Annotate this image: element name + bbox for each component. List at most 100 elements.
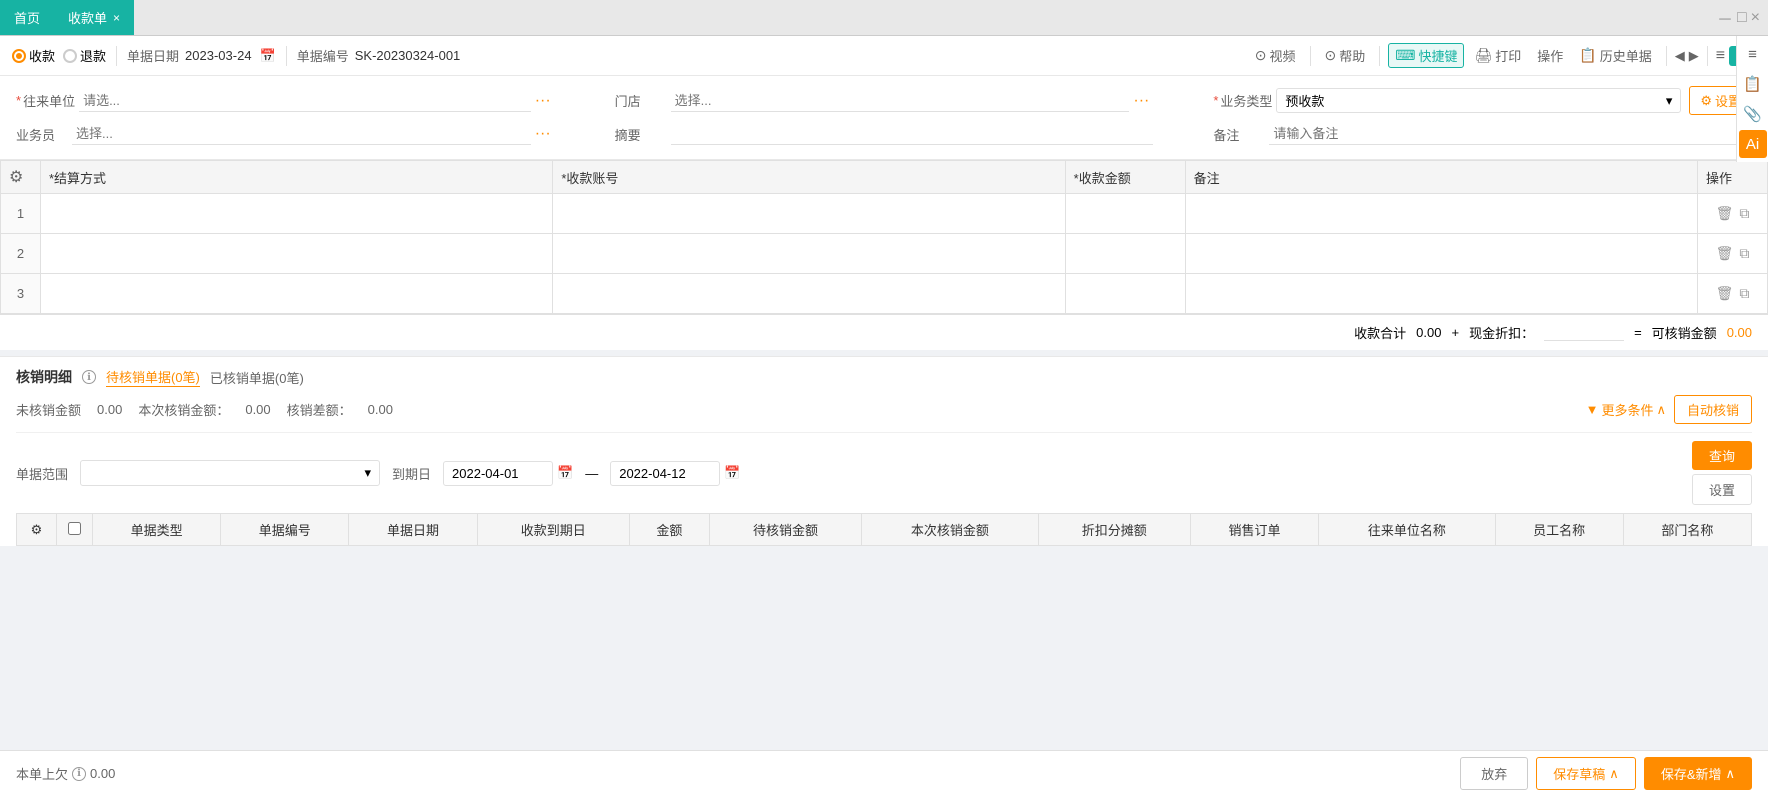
bt-col-no: 单据编号 [221, 514, 349, 546]
row1-note[interactable] [1185, 194, 1697, 234]
row3-copy-icon[interactable]: ⧉ [1739, 285, 1749, 302]
date-value: 2023-03-24 [185, 48, 252, 63]
range-label: 单据范围 [16, 464, 68, 483]
col-settings[interactable]: ⚙ [1, 161, 41, 194]
note-input[interactable] [1269, 123, 1752, 145]
nav-right-icon[interactable]: ▶ [1689, 48, 1699, 64]
window-min-icon[interactable]: － [1717, 6, 1733, 30]
salesperson-input[interactable] [72, 123, 531, 145]
query-label: 查询 [1709, 449, 1735, 464]
bt-gear-icon[interactable]: ⚙ [31, 522, 43, 537]
nav-left-icon[interactable]: ◀ [1675, 48, 1685, 64]
row3-settle[interactable] [41, 274, 553, 314]
table-gear-icon[interactable]: ⚙ [9, 169, 23, 186]
bt-col-this-hx: 本次核销金额 [862, 514, 1038, 546]
row1-account-input[interactable] [553, 194, 1064, 233]
hx-info-icon[interactable]: ℹ [82, 370, 96, 384]
salesperson-more-btn[interactable]: ··· [531, 126, 555, 142]
window-max-icon[interactable]: □ [1737, 9, 1747, 27]
unchecked-value: 0.00 [97, 402, 122, 417]
row1-amount-input[interactable] [1066, 194, 1185, 233]
more-conditions-btn[interactable]: ▼ 更多条件 ∧ [1586, 400, 1666, 419]
row2-settle-input[interactable] [41, 234, 552, 273]
row2-account[interactable] [553, 234, 1065, 274]
radio-refund[interactable]: 退款 [63, 46, 106, 65]
cal-from-icon[interactable]: 📅 [557, 465, 573, 481]
row1-settle[interactable] [41, 194, 553, 234]
row3-note-input[interactable] [1186, 274, 1697, 313]
row2-note-input[interactable] [1186, 234, 1697, 273]
auto-hx-button[interactable]: 自动核销 [1674, 395, 1752, 424]
tab-home[interactable]: 首页 [0, 0, 54, 35]
form-area: * 往来单位 ··· 门店 ··· * 业务类型 预收款 ▾ ⚙ 设置 [0, 76, 1768, 160]
row1-account[interactable] [553, 194, 1065, 234]
row1-amount[interactable] [1065, 194, 1185, 234]
row2-account-input[interactable] [553, 234, 1064, 273]
bt-col-settings[interactable]: ⚙ [17, 514, 57, 546]
print-icon: 🖨 [1474, 47, 1492, 64]
bt-checkbox-all[interactable] [68, 522, 81, 535]
rp-attach-icon[interactable]: 📎 [1739, 100, 1767, 128]
cal-to-icon[interactable]: 📅 [724, 465, 740, 481]
store-more-btn[interactable]: ··· [1129, 93, 1153, 109]
row2-note[interactable] [1185, 234, 1697, 274]
table-header-row: ⚙ *结算方式 *收款账号 *收款金额 备注 操作 [1, 161, 1768, 194]
row2-amount-input[interactable] [1066, 234, 1185, 273]
query-button[interactable]: 查询 [1692, 441, 1752, 470]
row3-amount-input[interactable] [1066, 274, 1185, 313]
operate-btn[interactable]: 操作 [1531, 44, 1569, 67]
rp-table-icon[interactable]: ≡ [1739, 40, 1767, 68]
discount-input[interactable] [1544, 325, 1624, 341]
row2-action-icons: 🗑 ⧉ [1698, 245, 1767, 262]
window-close-icon[interactable]: × [1751, 9, 1760, 27]
tab-receipt[interactable]: 收款单 × [54, 0, 134, 35]
row1-note-input[interactable] [1186, 194, 1697, 233]
row3-delete-icon[interactable]: 🗑 [1716, 285, 1734, 302]
bt-col-checkbox[interactable] [57, 514, 93, 546]
row3-amount[interactable] [1065, 274, 1185, 314]
row1-copy-icon[interactable]: ⧉ [1739, 205, 1749, 222]
set-button[interactable]: 设置 [1692, 474, 1752, 505]
hx-tab-done[interactable]: 已核销单据(0笔) [210, 368, 304, 387]
history-btn[interactable]: 📋 历史单据 [1573, 44, 1657, 67]
row3-settle-input[interactable] [41, 274, 552, 313]
video-icon: ⊙ [1255, 47, 1267, 64]
calendar-icon[interactable]: 📅 [260, 48, 276, 64]
hx-tab-pending[interactable]: 待核销单据(0笔) [106, 367, 200, 387]
rp-doc-icon[interactable]: 📋 [1739, 70, 1767, 98]
summary-total-value: 0.00 [1416, 325, 1441, 340]
radio-receipt[interactable]: 收款 [12, 46, 55, 65]
footer-info-icon[interactable]: ℹ [72, 767, 86, 781]
video-btn[interactable]: ⊙ 视频 [1249, 44, 1302, 67]
row2-copy-icon[interactable]: ⧉ [1739, 245, 1749, 262]
row3-account[interactable] [553, 274, 1065, 314]
save-new-button[interactable]: 保存&新增 ∧ [1644, 757, 1752, 790]
expand-icon[interactable]: ≡ [1716, 47, 1725, 65]
date-separator: — [585, 466, 598, 481]
biz-type-select[interactable]: 预收款 ▾ [1276, 88, 1681, 113]
range-select[interactable]: ▾ [80, 460, 380, 486]
tab-close-icon[interactable]: × [113, 11, 120, 25]
help-btn[interactable]: ⊙ 帮助 [1319, 44, 1372, 67]
save-draft-button[interactable]: 保存草稿 ∧ [1536, 757, 1636, 790]
abandon-button[interactable]: 放弃 [1460, 757, 1528, 790]
row2-amount[interactable] [1065, 234, 1185, 274]
shortcut-btn[interactable]: ⌨ 快捷键 [1388, 43, 1464, 68]
save-draft-chevron: ∧ [1609, 766, 1619, 782]
row1-delete-icon[interactable]: 🗑 [1716, 205, 1734, 222]
counterpart-more-btn[interactable]: ··· [531, 93, 555, 109]
rp-camera-icon[interactable]: Ai [1739, 130, 1767, 158]
counterpart-input[interactable] [79, 90, 531, 112]
date-to-input[interactable] [610, 461, 720, 486]
row2-delete-icon[interactable]: 🗑 [1716, 245, 1734, 262]
date-from-input[interactable] [443, 461, 553, 486]
print-btn[interactable]: 🖨 打印 [1468, 44, 1527, 67]
row3-account-input[interactable] [553, 274, 1064, 313]
range-chevron: ▾ [364, 465, 371, 481]
store-input[interactable] [671, 90, 1130, 112]
summary-input[interactable] [671, 123, 1154, 145]
row1-settle-input[interactable] [41, 194, 552, 233]
hx-title: 核销明细 [16, 367, 72, 387]
row2-settle[interactable] [41, 234, 553, 274]
row3-note[interactable] [1185, 274, 1697, 314]
